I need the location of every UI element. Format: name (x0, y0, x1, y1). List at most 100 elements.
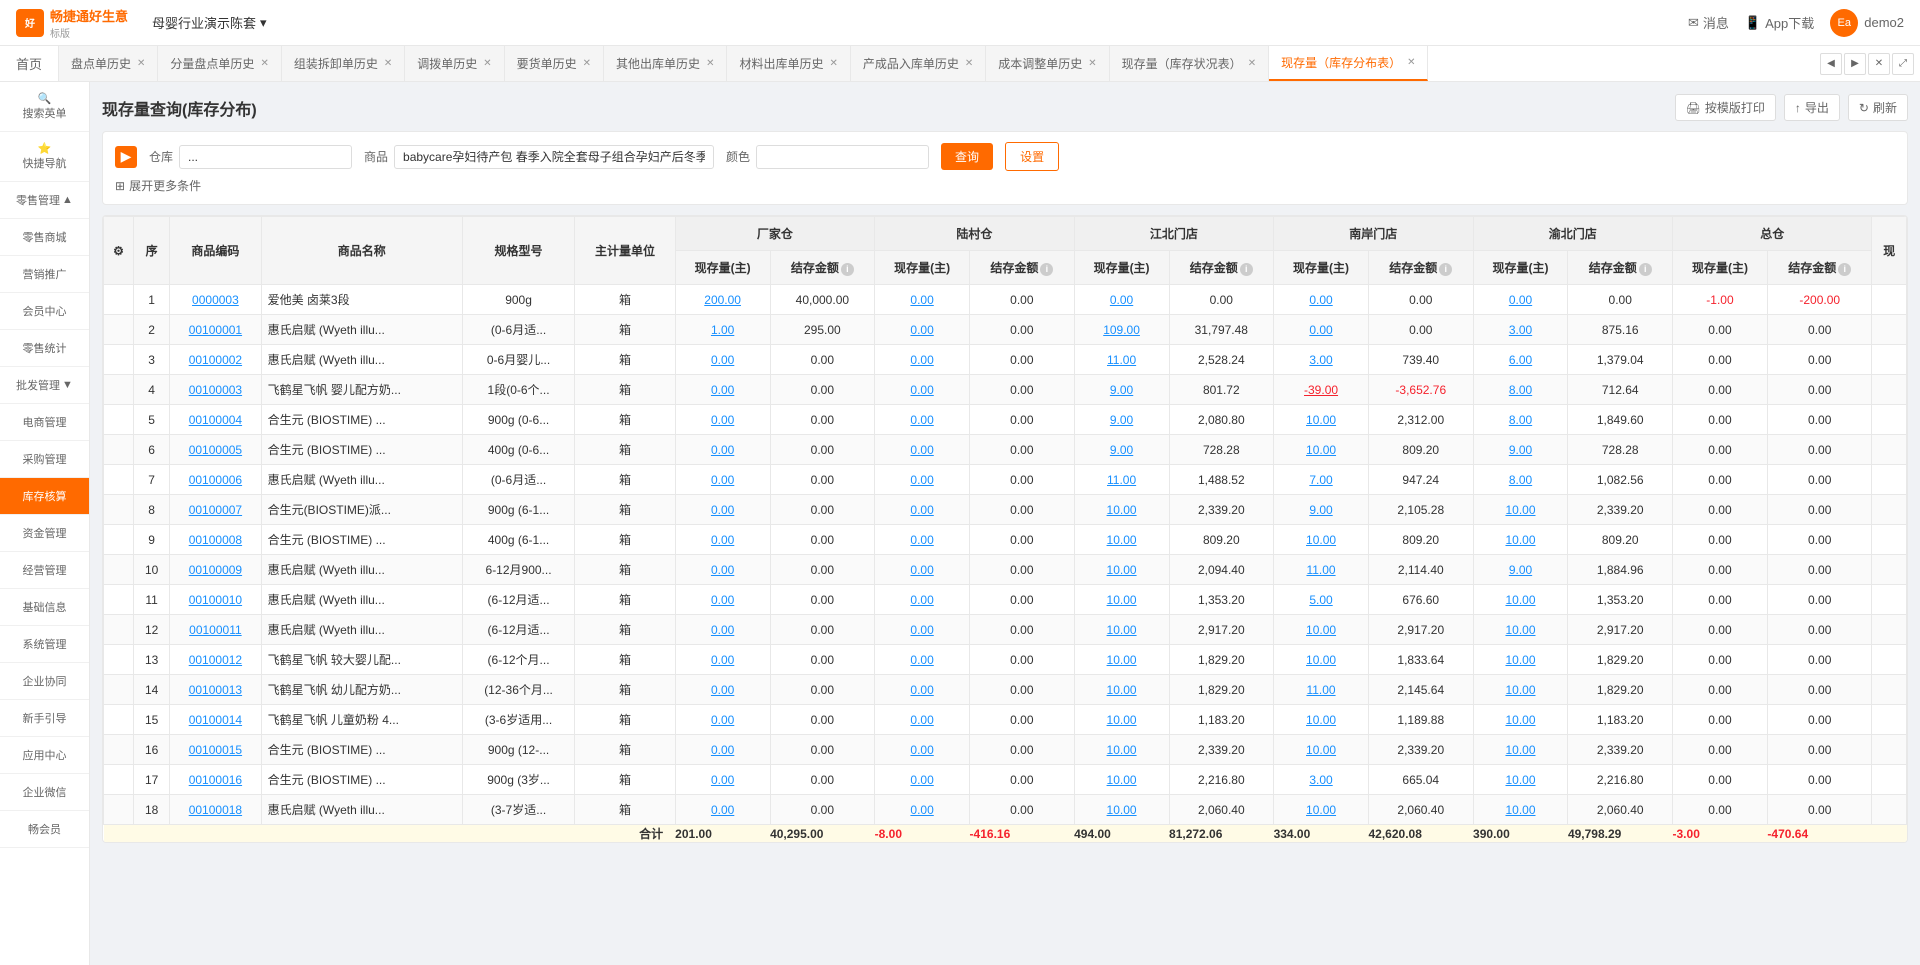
tab-item-8[interactable]: 成本调整单历史 ✕ (986, 46, 1109, 81)
cell-yb-amt: 712.64 (1568, 375, 1673, 405)
cell-current (1872, 405, 1907, 435)
sidebar-item-retail-mall[interactable]: 零售商城 (0, 219, 89, 256)
print-btn[interactable]: 🖨 按模版打印 (1675, 94, 1776, 121)
cell-yb-amt: 2,060.40 (1568, 795, 1673, 825)
tab-item-5[interactable]: 其他出库单历史 ✕ (604, 46, 727, 81)
sidebar-item-system[interactable]: 系统管理 (0, 626, 89, 663)
cell-idx: 7 (134, 465, 170, 495)
tab-item-4[interactable]: 要货单历史 ✕ (505, 46, 604, 81)
chevron-icon: ▲ (62, 194, 73, 206)
sidebar-item-vip[interactable]: 畅会员 (0, 811, 89, 848)
query-btn[interactable]: 查询 (941, 143, 993, 170)
cell-jb-amt: 2,094.40 (1169, 555, 1274, 585)
sidebar-item-collab[interactable]: 企业协同 (0, 663, 89, 700)
yb-amt-info[interactable]: i (1639, 263, 1652, 276)
tab-close-7[interactable]: ✕ (965, 58, 973, 69)
export-btn[interactable]: ↑ 导出 (1784, 94, 1840, 121)
cell-na-qty: 10.00 (1274, 435, 1369, 465)
tab-close-8[interactable]: ✕ (1088, 58, 1096, 69)
tab-close-9[interactable]: ✕ (1248, 58, 1256, 69)
user-area[interactable]: Ea demo2 (1830, 9, 1904, 37)
cf-amt-info[interactable]: i (841, 263, 854, 276)
tab-close-5[interactable]: ✕ (706, 58, 714, 69)
expand-arrow-btn[interactable]: ▶ (115, 146, 137, 168)
tab-fullscreen-btn[interactable]: ⤢ (1892, 53, 1914, 75)
tab-close-4[interactable]: ✕ (583, 58, 591, 69)
cell-code: 00100014 (170, 705, 261, 735)
cell-spec: 400g (0-6... (462, 435, 574, 465)
cell-idx: 14 (134, 675, 170, 705)
nav-selector[interactable]: 母婴行业演示陈套 ▾ (152, 13, 267, 32)
tab-item-1[interactable]: 分量盘点单历史 ✕ (158, 46, 281, 81)
sidebar-item-nav[interactable]: ⭐ 快捷导航 (0, 132, 89, 182)
tab-item-9[interactable]: 现存量（库存状况表） ✕ (1110, 46, 1269, 81)
tab-close-all-btn[interactable]: ✕ (1868, 53, 1890, 75)
app-download-btn[interactable]: 📱 App下载 (1745, 13, 1814, 32)
sidebar-item-finance[interactable]: 资金管理 (0, 515, 89, 552)
tab-close-1[interactable]: ✕ (260, 58, 268, 69)
settings-btn[interactable]: 设置 (1005, 142, 1059, 171)
cell-idx: 15 (134, 705, 170, 735)
cell-settings (104, 435, 134, 465)
total-amt-info[interactable]: i (1838, 263, 1851, 276)
cell-current (1872, 285, 1907, 315)
sidebar-item-ecommerce[interactable]: 电商管理 (0, 404, 89, 441)
sidebar-item-member[interactable]: 会员中心 (0, 293, 89, 330)
sidebar-item-wechat[interactable]: 企业微信 (0, 774, 89, 811)
sidebar-item-retail-stats[interactable]: 零售统计 (0, 330, 89, 367)
tab-close-6[interactable]: ✕ (829, 58, 837, 69)
expand-more-btn[interactable]: ⊞ 展开更多条件 (115, 177, 201, 194)
cell-jb-qty: 10.00 (1074, 765, 1169, 795)
cell-lc-amt: 0.00 (970, 525, 1075, 555)
sidebar-item-basic[interactable]: 基础信息 (0, 589, 89, 626)
tab-prev-btn[interactable]: ◀ (1820, 53, 1842, 75)
tab-item-7[interactable]: 产成品入库单历史 ✕ (851, 46, 986, 81)
tab-close-3[interactable]: ✕ (483, 58, 491, 69)
cell-spec: (3-7岁适... (462, 795, 574, 825)
tab-item-2[interactable]: 组装拆卸单历史 ✕ (282, 46, 405, 81)
tab-item-10[interactable]: 现存量（库存分布表） ✕ (1269, 46, 1428, 81)
sidebar-item-operation[interactable]: 经营管理 (0, 552, 89, 589)
tab-close-10[interactable]: ✕ (1407, 57, 1415, 68)
page-header: 现存量查询(库存分布) 🖨 按模版打印 ↑ 导出 ↻ 刷新 (102, 94, 1908, 121)
warehouse-input[interactable] (179, 145, 352, 169)
cell-code: 00100003 (170, 375, 261, 405)
message-btn[interactable]: ✉ 消息 (1688, 13, 1729, 32)
jb-amt-info[interactable]: i (1240, 263, 1253, 276)
cell-total-qty: 0.00 (1673, 465, 1768, 495)
refresh-btn[interactable]: ↻ 刷新 (1848, 94, 1908, 121)
tab-item-3[interactable]: 调拨单历史 ✕ (405, 46, 504, 81)
sidebar-item-wholesale[interactable]: 批发管理 ▼ (0, 367, 89, 404)
sidebar-item-search[interactable]: 🔍 搜索英单 (0, 82, 89, 132)
table-row: 8 00100007 合生元(BIOSTIME)派... 900g (6-1..… (104, 495, 1907, 525)
cell-lc-qty: 0.00 (875, 705, 970, 735)
th-spec: 规格型号 (462, 217, 574, 285)
table-row: 17 00100016 合生元 (BIOSTIME) ... 900g (3岁.… (104, 765, 1907, 795)
sidebar-item-retail-manage[interactable]: 零售管理 ▲ (0, 182, 89, 219)
cell-jb-amt: 2,528.24 (1169, 345, 1274, 375)
tab-next-btn[interactable]: ▶ (1844, 53, 1866, 75)
table-row: 12 00100011 惠氏启赋 (Wyeth illu... (6-12月适.… (104, 615, 1907, 645)
cell-code: 00100005 (170, 435, 261, 465)
na-amt-info[interactable]: i (1439, 263, 1452, 276)
cell-jb-qty: 109.00 (1074, 315, 1169, 345)
tab-close-2[interactable]: ✕ (384, 58, 392, 69)
sidebar-item-inventory[interactable]: 库存核算 (0, 478, 89, 515)
color-input[interactable] (756, 145, 929, 169)
goods-input[interactable] (394, 145, 714, 169)
sidebar-item-guide[interactable]: 新手引导 (0, 700, 89, 737)
sidebar-item-purchase[interactable]: 采购管理 (0, 441, 89, 478)
cell-yb-amt: 0.00 (1568, 285, 1673, 315)
tab-close-0[interactable]: ✕ (137, 58, 145, 69)
cell-jb-amt: 2,216.80 (1169, 765, 1274, 795)
tab-home[interactable]: 首页 (0, 46, 59, 81)
sidebar-item-marketing[interactable]: 营销推广 (0, 256, 89, 293)
tab-item-0[interactable]: 盘点单历史 ✕ (59, 46, 158, 81)
tab-item-6[interactable]: 材料出库单历史 ✕ (727, 46, 850, 81)
cell-name: 飞鹤星飞帆 幼儿配方奶... (261, 675, 462, 705)
lc-amt-info[interactable]: i (1040, 263, 1053, 276)
cell-lc-amt: 0.00 (970, 405, 1075, 435)
cell-lc-amt: 0.00 (970, 315, 1075, 345)
cell-name: 惠氏启赋 (Wyeth illu... (261, 465, 462, 495)
sidebar-item-apps[interactable]: 应用中心 (0, 737, 89, 774)
